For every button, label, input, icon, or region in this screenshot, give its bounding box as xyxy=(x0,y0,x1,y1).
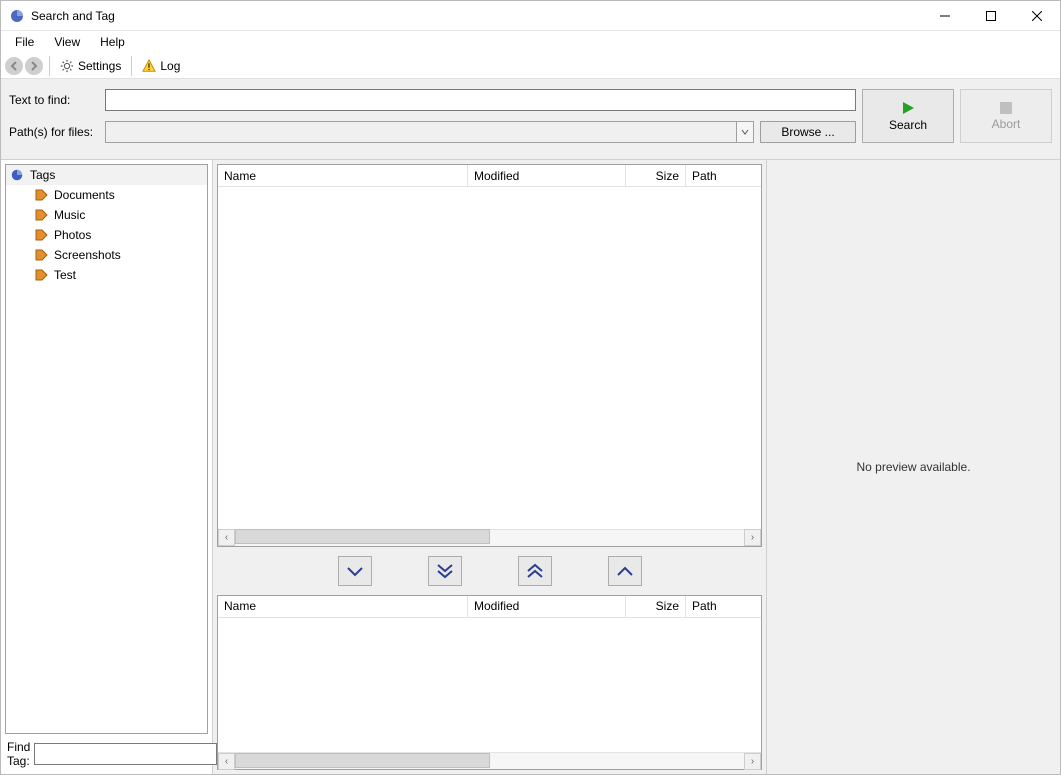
toolbar-separator xyxy=(49,56,50,76)
tree-item[interactable]: Photos xyxy=(6,225,207,245)
close-button[interactable] xyxy=(1014,1,1060,31)
text-to-find-label: Text to find: xyxy=(9,93,99,107)
results-header: Name Modified Size Path xyxy=(218,165,761,187)
app-icon xyxy=(9,8,25,24)
tag-icon xyxy=(34,188,48,202)
basket-body[interactable] xyxy=(218,618,761,752)
scroll-thumb[interactable] xyxy=(235,753,490,768)
scroll-right-icon[interactable]: › xyxy=(744,529,761,546)
log-label: Log xyxy=(160,59,180,73)
abort-button-label: Abort xyxy=(992,117,1021,131)
maximize-button[interactable] xyxy=(968,1,1014,31)
basket-header: Name Modified Size Path xyxy=(218,596,761,618)
scroll-right-icon[interactable]: › xyxy=(744,753,761,770)
tree-item[interactable]: Documents xyxy=(6,185,207,205)
scroll-track[interactable] xyxy=(235,529,744,546)
tree-item-label: Test xyxy=(54,268,76,282)
window-title: Search and Tag xyxy=(31,9,115,23)
col-path[interactable]: Path xyxy=(686,165,761,186)
col-size[interactable]: Size xyxy=(626,165,686,186)
titlebar: Search and Tag xyxy=(1,1,1060,31)
warning-icon xyxy=(142,59,156,73)
move-button-row xyxy=(217,551,762,591)
find-tag-label: Find Tag: xyxy=(7,740,30,768)
center-column: Name Modified Size Path ‹ › xyxy=(213,160,766,774)
menubar: File View Help xyxy=(1,31,1060,53)
col-name[interactable]: Name xyxy=(218,165,468,186)
tree-item-label: Screenshots xyxy=(54,248,121,262)
search-button[interactable]: Search xyxy=(862,89,954,143)
move-up-button[interactable] xyxy=(608,556,642,586)
move-all-down-button[interactable] xyxy=(428,556,462,586)
col-size[interactable]: Size xyxy=(626,596,686,617)
play-icon xyxy=(900,100,916,116)
text-to-find-input[interactable] xyxy=(105,89,856,111)
tag-icon xyxy=(34,228,48,242)
preview-pane: No preview available. xyxy=(766,160,1060,774)
col-modified[interactable]: Modified xyxy=(468,596,626,617)
results-body[interactable] xyxy=(218,187,761,529)
paths-dropdown-button[interactable] xyxy=(736,121,754,143)
main-area: Tags Documents Music Photos Screenshots … xyxy=(1,160,1060,774)
scroll-track[interactable] xyxy=(235,753,744,770)
search-form: Text to find: Search Abort Path(s) for f… xyxy=(1,79,1060,160)
menu-file[interactable]: File xyxy=(5,33,44,51)
tree-root-label: Tags xyxy=(30,168,55,182)
move-down-button[interactable] xyxy=(338,556,372,586)
abort-button[interactable]: Abort xyxy=(960,89,1052,143)
log-button[interactable]: Log xyxy=(138,57,184,75)
browse-button[interactable]: Browse ... xyxy=(760,121,856,143)
tag-icon xyxy=(34,248,48,262)
chevron-up-icon xyxy=(616,564,634,578)
gear-icon xyxy=(60,59,74,73)
paths-combo[interactable] xyxy=(105,121,754,143)
double-chevron-up-icon xyxy=(526,563,544,579)
scroll-left-icon[interactable]: ‹ xyxy=(218,529,235,546)
col-path[interactable]: Path xyxy=(686,596,761,617)
preview-empty-text: No preview available. xyxy=(856,460,970,474)
paths-input[interactable] xyxy=(105,121,736,143)
find-tag-row: Find Tag: xyxy=(1,736,212,774)
menu-help[interactable]: Help xyxy=(90,33,135,51)
scroll-thumb[interactable] xyxy=(235,529,490,544)
chevron-down-icon xyxy=(346,564,364,578)
results-list[interactable]: Name Modified Size Path ‹ › xyxy=(217,164,762,547)
minimize-button[interactable] xyxy=(922,1,968,31)
search-button-label: Search xyxy=(889,118,927,132)
basket-list[interactable]: Name Modified Size Path ‹ › xyxy=(217,595,762,770)
tree-item[interactable]: Music xyxy=(6,205,207,225)
double-chevron-down-icon xyxy=(436,563,454,579)
col-name[interactable]: Name xyxy=(218,596,468,617)
settings-button[interactable]: Settings xyxy=(56,57,125,75)
move-all-up-button[interactable] xyxy=(518,556,552,586)
tag-icon xyxy=(34,268,48,282)
menu-view[interactable]: View xyxy=(44,33,90,51)
sidebar: Tags Documents Music Photos Screenshots … xyxy=(1,160,213,774)
nav-forward-button[interactable] xyxy=(25,57,43,75)
nav-back-button[interactable] xyxy=(5,57,23,75)
tree-item[interactable]: Test xyxy=(6,265,207,285)
paths-label: Path(s) for files: xyxy=(9,125,99,139)
tree-item-label: Music xyxy=(54,208,85,222)
basket-hscroll[interactable]: ‹ › xyxy=(218,752,761,769)
toolbar-separator xyxy=(131,56,132,76)
toolbar: Settings Log xyxy=(1,53,1060,79)
stop-icon xyxy=(999,101,1013,115)
tags-root-icon xyxy=(10,168,24,182)
settings-label: Settings xyxy=(78,59,121,73)
tag-icon xyxy=(34,208,48,222)
tree-item[interactable]: Screenshots xyxy=(6,245,207,265)
scroll-left-icon[interactable]: ‹ xyxy=(218,753,235,770)
find-tag-input[interactable] xyxy=(34,743,217,765)
tag-tree[interactable]: Tags Documents Music Photos Screenshots … xyxy=(5,164,208,734)
tree-root[interactable]: Tags xyxy=(6,165,207,185)
results-hscroll[interactable]: ‹ › xyxy=(218,529,761,546)
tree-item-label: Photos xyxy=(54,228,91,242)
tree-item-label: Documents xyxy=(54,188,115,202)
browse-label: Browse ... xyxy=(781,125,834,139)
col-modified[interactable]: Modified xyxy=(468,165,626,186)
